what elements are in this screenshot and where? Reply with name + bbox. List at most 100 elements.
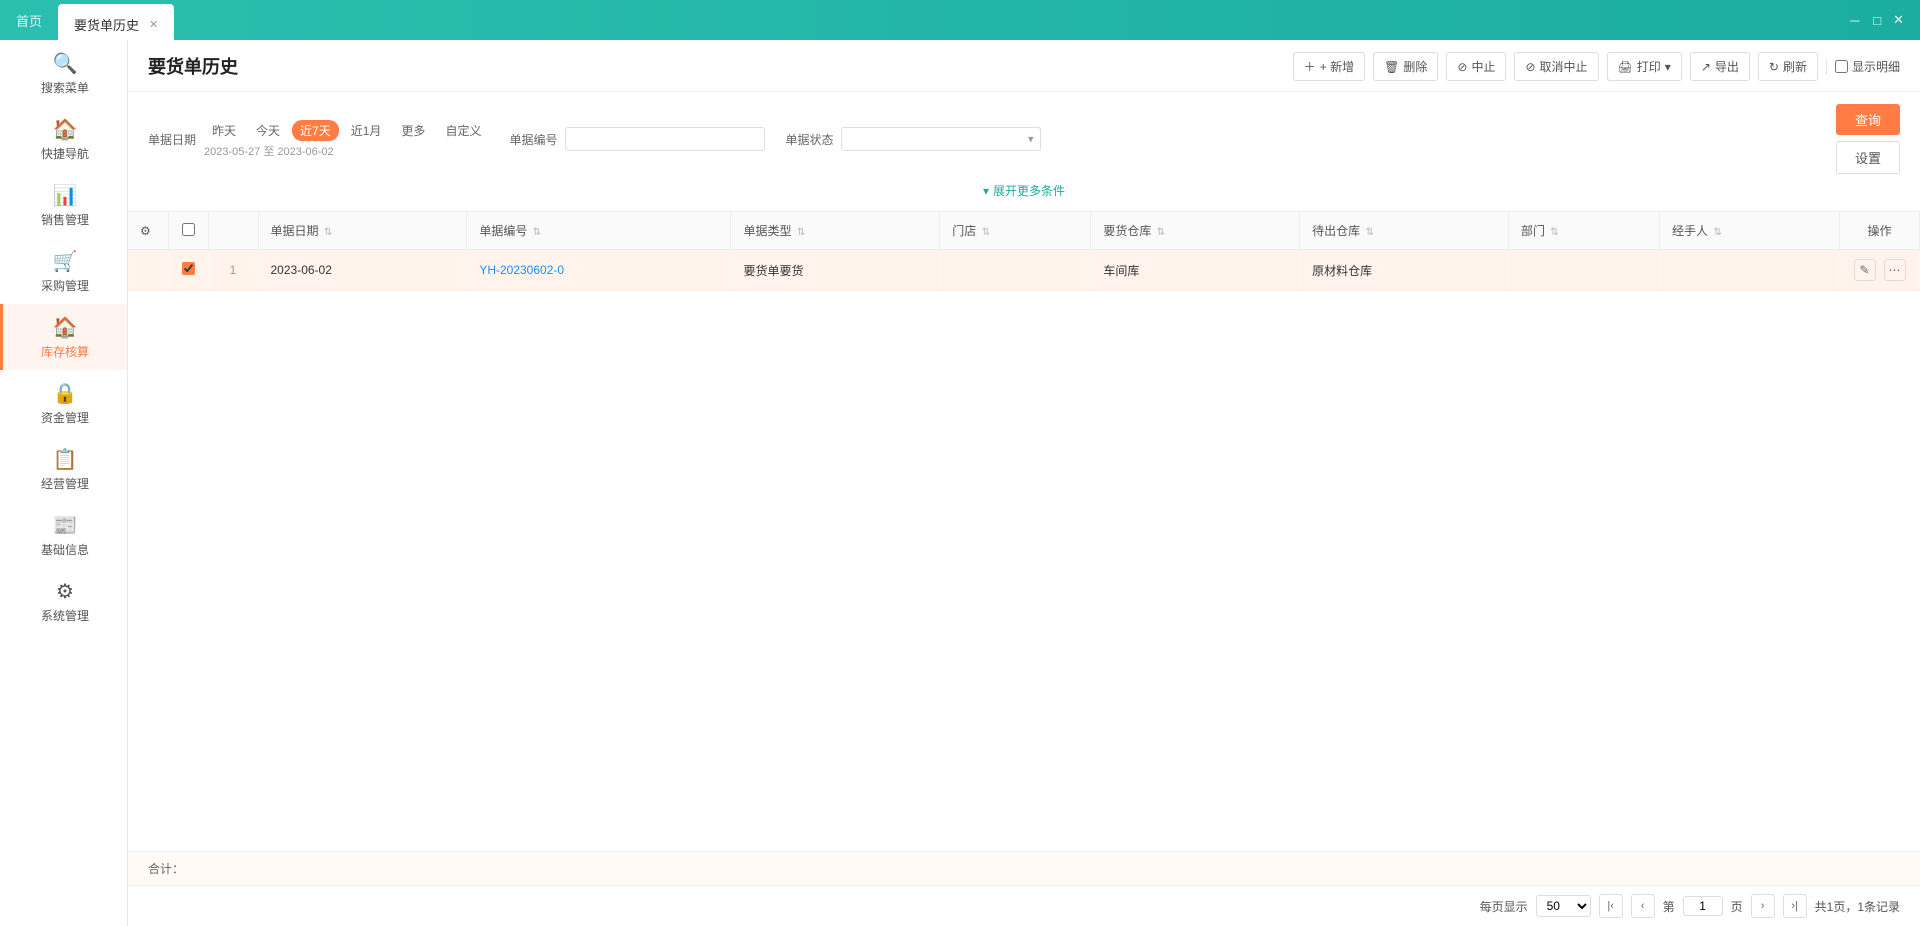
table-row: 1 2023-06-02 YH-20230602-0 要货单要货 车间库 原材料… bbox=[128, 250, 1920, 291]
sidebar-item-basic-info[interactable]: 📰 基础信息 bbox=[0, 502, 127, 568]
date-btn-today[interactable]: 今天 bbox=[248, 120, 288, 141]
sidebar-item-search-menu[interactable]: 🔍 搜索菜单 bbox=[0, 40, 127, 106]
date-btn-7days[interactable]: 近7天 bbox=[292, 120, 339, 141]
col-req-warehouse-sort-icon: ⇅ bbox=[1157, 227, 1165, 238]
sidebar-item-operation-mgmt[interactable]: 📋 经营管理 bbox=[0, 436, 127, 502]
sidebar-item-sales-mgmt[interactable]: 📊 销售管理 bbox=[0, 172, 127, 238]
sidebar-item-inventory-calc[interactable]: 🏠 库存核算 bbox=[0, 304, 127, 370]
page-header: 要货单历史 ＋ + 新增 🗑 删除 ⊘ 中止 ⊘ bbox=[128, 40, 1920, 92]
current-page-input[interactable] bbox=[1683, 896, 1723, 916]
doc-status-select[interactable] bbox=[841, 127, 1041, 151]
col-handler-header[interactable]: 经手人 ⇅ bbox=[1659, 212, 1839, 250]
doc-status-label: 单据状态 bbox=[785, 131, 833, 148]
row-pending-warehouse-cell: 原材料仓库 bbox=[1300, 250, 1509, 291]
doc-no-filter-group: 单据编号 bbox=[509, 127, 765, 151]
col-store-header[interactable]: 门店 ⇅ bbox=[940, 212, 1091, 250]
date-btn-1month[interactable]: 近1月 bbox=[343, 120, 390, 141]
col-pending-warehouse-sort-icon: ⇅ bbox=[1365, 227, 1373, 238]
col-pending-warehouse-header[interactable]: 待出仓库 ⇅ bbox=[1300, 212, 1509, 250]
per-page-label: 每页显示 bbox=[1480, 898, 1528, 915]
row-checkbox[interactable] bbox=[182, 262, 195, 275]
row-date-cell: 2023-06-02 bbox=[258, 250, 467, 291]
doc-no-input[interactable] bbox=[565, 127, 765, 151]
last-page-button[interactable]: ›| bbox=[1783, 894, 1807, 918]
date-filter-label: 单据日期 bbox=[148, 131, 196, 148]
select-all-checkbox[interactable] bbox=[182, 223, 195, 236]
date-btn-more[interactable]: 更多 bbox=[393, 120, 433, 141]
row-check-cell bbox=[168, 250, 208, 291]
sidebar-item-fund-mgmt[interactable]: 🔒 资金管理 bbox=[0, 370, 127, 436]
print-button[interactable]: 🖨 打印 ▾ bbox=[1607, 52, 1682, 81]
action-buttons: 查询 设置 bbox=[1836, 104, 1900, 174]
row-action-icons: ✎ ⋯ bbox=[1852, 259, 1907, 281]
stop-icon: ⊘ bbox=[1457, 60, 1467, 74]
toolbar: ＋ + 新增 🗑 删除 ⊘ 中止 ⊘ 取消中止 bbox=[1293, 52, 1900, 91]
row-edit-icon[interactable]: ✎ bbox=[1854, 259, 1876, 281]
prev-page-button[interactable]: ‹ bbox=[1631, 894, 1655, 918]
table-body: 1 2023-06-02 YH-20230602-0 要货单要货 车间库 原材料… bbox=[128, 250, 1920, 291]
col-docno-header[interactable]: 单据编号 ⇅ bbox=[467, 212, 731, 250]
date-btn-yesterday[interactable]: 昨天 bbox=[204, 120, 244, 141]
table-footer: 合计： bbox=[128, 851, 1920, 885]
table-area: ⚙ 单据日期 ⇅ 单据编号 ⇅ bbox=[128, 212, 1920, 851]
doc-status-select-wrapper bbox=[841, 127, 1041, 151]
query-button[interactable]: 查询 bbox=[1836, 104, 1900, 135]
show-detail-toggle[interactable]: 显示明细 bbox=[1835, 58, 1900, 75]
operation-icon: 📋 bbox=[53, 450, 78, 470]
tab-close-icon[interactable]: ✕ bbox=[149, 18, 158, 31]
sidebar-item-purchase-mgmt[interactable]: 🛒 采购管理 bbox=[0, 238, 127, 304]
stop-button[interactable]: ⊘ 中止 bbox=[1446, 52, 1506, 81]
inventory-icon: 🏠 bbox=[53, 318, 78, 338]
maximize-button[interactable]: □ bbox=[1873, 13, 1881, 28]
row-store-cell bbox=[940, 250, 1091, 291]
refresh-icon: ↻ bbox=[1769, 60, 1779, 74]
quick-nav-icon: 🏠 bbox=[53, 120, 78, 140]
table-header: ⚙ 单据日期 ⇅ 单据编号 ⇅ bbox=[128, 212, 1920, 250]
next-page-button[interactable]: › bbox=[1751, 894, 1775, 918]
close-button[interactable]: ✕ bbox=[1893, 12, 1904, 28]
col-index-header bbox=[208, 212, 258, 250]
export-icon: ↗ bbox=[1701, 60, 1711, 74]
data-table: ⚙ 单据日期 ⇅ 单据编号 ⇅ bbox=[128, 212, 1920, 291]
fund-icon: 🔒 bbox=[53, 384, 78, 404]
date-btn-custom[interactable]: 自定义 bbox=[437, 120, 489, 141]
per-page-select[interactable]: 50 100 200 bbox=[1536, 895, 1591, 917]
col-date-sort-icon: ⇅ bbox=[324, 227, 332, 238]
col-doctype-sort-icon: ⇅ bbox=[797, 227, 805, 238]
row-docno-cell: YH-20230602-0 bbox=[467, 250, 731, 291]
col-handler-sort-icon: ⇅ bbox=[1713, 227, 1721, 238]
row-docno-link[interactable]: YH-20230602-0 bbox=[479, 263, 564, 277]
col-req-warehouse-header[interactable]: 要货仓库 ⇅ bbox=[1091, 212, 1300, 250]
settings-button[interactable]: 设置 bbox=[1836, 141, 1900, 174]
top-bar: 首页 要货单历史 ✕ － □ ✕ bbox=[0, 0, 1920, 40]
refresh-button[interactable]: ↻ 刷新 bbox=[1758, 52, 1818, 81]
cancel-stop-button[interactable]: ⊘ 取消中止 bbox=[1514, 52, 1598, 81]
col-date-header[interactable]: 单据日期 ⇅ bbox=[258, 212, 467, 250]
sidebar-item-system-mgmt[interactable]: ⚙ 系统管理 bbox=[0, 568, 127, 634]
add-button[interactable]: ＋ + 新增 bbox=[1293, 52, 1365, 81]
row-more-icon[interactable]: ⋯ bbox=[1884, 259, 1906, 281]
date-buttons: 昨天 今天 近7天 近1月 更多 自定义 bbox=[204, 120, 489, 141]
export-button[interactable]: ↗ 导出 bbox=[1690, 52, 1750, 81]
pagination: 每页显示 50 100 200 |‹ ‹ 第 页 › ›| 共1页，1条记录 bbox=[128, 885, 1920, 926]
page-label: 第 bbox=[1663, 898, 1675, 915]
sales-icon: 📊 bbox=[53, 186, 78, 206]
row-settings-cell bbox=[128, 250, 168, 291]
row-dept-cell bbox=[1508, 250, 1659, 291]
doc-no-label: 单据编号 bbox=[509, 131, 557, 148]
tab-requisition-history[interactable]: 要货单历史 ✕ bbox=[58, 4, 174, 44]
delete-button[interactable]: 🗑 删除 bbox=[1373, 52, 1438, 81]
date-range-text: 2023-05-27 至 2023-06-02 bbox=[204, 143, 489, 159]
main-layout: 🔍 搜索菜单 🏠 快捷导航 📊 销售管理 🛒 采购管理 🏠 库存核算 🔒 资金管… bbox=[0, 40, 1920, 926]
minimize-button[interactable]: － bbox=[1848, 11, 1861, 30]
col-doctype-header[interactable]: 单据类型 ⇅ bbox=[731, 212, 940, 250]
purchase-icon: 🛒 bbox=[53, 252, 78, 272]
expand-more-btn[interactable]: ▾ 展开更多条件 bbox=[148, 182, 1900, 199]
sidebar-item-quick-nav[interactable]: 🏠 快捷导航 bbox=[0, 106, 127, 172]
show-detail-checkbox[interactable] bbox=[1835, 60, 1848, 73]
first-page-button[interactable]: |‹ bbox=[1599, 894, 1623, 918]
settings-col-header[interactable]: ⚙ bbox=[128, 212, 168, 250]
col-dept-header[interactable]: 部门 ⇅ bbox=[1508, 212, 1659, 250]
tab-home[interactable]: 首页 bbox=[0, 0, 58, 40]
system-icon: ⚙ bbox=[56, 582, 74, 602]
